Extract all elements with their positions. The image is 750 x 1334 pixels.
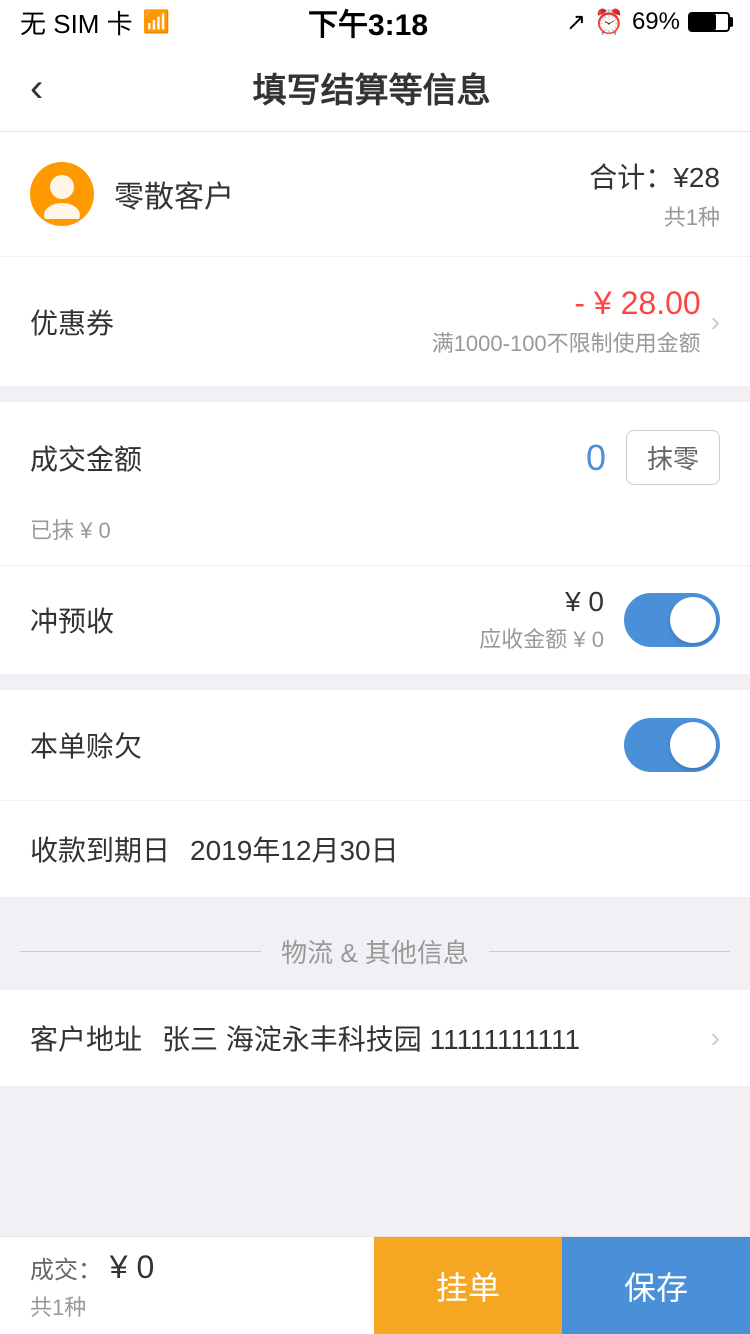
coupon-discount: - ¥ 28.00 — [432, 285, 701, 322]
logistics-line-left — [20, 951, 261, 952]
coupon-info: - ¥ 28.00 满1000-100不限制使用金额 — [432, 285, 701, 358]
debit-toggle-knob — [670, 722, 716, 768]
battery-icon — [688, 12, 730, 32]
deal-sub-text: 已抹 ¥ 0 — [0, 513, 750, 565]
save-button[interactable]: 保存 — [562, 1237, 750, 1334]
page-title: 填写结算等信息 — [63, 63, 680, 112]
prepay-sub: 应收金额 ¥ 0 — [479, 622, 604, 654]
deal-amount-row: 成交金额 0 抹零 — [0, 402, 750, 513]
coupon-row[interactable]: 优惠券 - ¥ 28.00 满1000-100不限制使用金额 › — [0, 256, 750, 386]
back-button[interactable]: ‹ — [30, 68, 63, 108]
bottom-summary-count: 共1种 — [30, 1290, 344, 1322]
prepay-val: ¥ 0 — [479, 586, 604, 618]
debit-row: 本单赊欠 — [0, 690, 750, 800]
prepay-toggle[interactable] — [624, 593, 720, 647]
prepay-amount: ¥ 0 应收金额 ¥ 0 — [479, 586, 604, 654]
bottom-summary-line1: 成交： ¥ 0 — [30, 1249, 344, 1286]
logistics-section: 物流 & 其他信息 — [0, 913, 750, 990]
deal-amount-label: 成交金额 — [30, 438, 142, 478]
alarm-icon: ⏰ — [594, 8, 624, 37]
total-amount: 合计：¥28 — [589, 156, 720, 196]
address-chevron-icon: › — [711, 1022, 720, 1054]
customer-left: 零散客户 — [30, 162, 234, 226]
hold-button[interactable]: 挂单 — [374, 1237, 562, 1334]
prepay-row: 冲预收 ¥ 0 应收金额 ¥ 0 — [0, 565, 750, 674]
round-zero-button[interactable]: 抹零 — [626, 430, 720, 485]
address-card[interactable]: 客户地址 张三 海淀永丰科技园 11111111111 › — [0, 990, 750, 1086]
address-label: 客户地址 — [30, 1018, 142, 1058]
avatar — [30, 162, 94, 226]
coupon-desc: 满1000-100不限制使用金额 — [432, 326, 701, 358]
coupon-right: - ¥ 28.00 满1000-100不限制使用金额 › — [432, 285, 720, 358]
bottom-spacer — [0, 1102, 750, 1222]
coupon-label: 优惠券 — [30, 302, 114, 342]
bottom-summary-label: 成交： — [30, 1257, 102, 1284]
wifi-icon: 📶 — [143, 9, 170, 35]
debit-toggle[interactable] — [624, 718, 720, 772]
location-icon: ↗ — [566, 8, 586, 37]
bottom-summary: 成交： ¥ 0 共1种 — [0, 1249, 374, 1322]
due-date-label: 收款到期日 — [30, 829, 170, 869]
carrier-text: 无 SIM 卡 — [20, 4, 133, 41]
total-count: 共1种 — [589, 200, 720, 232]
battery-percent: 69% — [632, 8, 680, 36]
customer-row: 零散客户 合计：¥28 共1种 — [0, 132, 750, 256]
customer-card: 零散客户 合计：¥28 共1种 优惠券 - ¥ 28.00 满1000-100不… — [0, 132, 750, 386]
due-date-value: 2019年12月30日 — [190, 829, 399, 869]
debit-card: 本单赊欠 收款到期日 2019年12月30日 — [0, 690, 750, 897]
address-value: 张三 海淀永丰科技园 11111111111 — [162, 1018, 711, 1058]
nav-bar: ‹ 填写结算等信息 — [0, 44, 750, 132]
deal-amount-input[interactable]: 0 — [566, 437, 606, 479]
status-left: 无 SIM 卡 📶 — [20, 4, 170, 41]
logistics-text: 物流 & 其他信息 — [281, 933, 469, 970]
due-date-row: 收款到期日 2019年12月30日 — [0, 800, 750, 897]
status-right: ↗ ⏰ 69% — [566, 8, 730, 37]
bottom-bar: 成交： ¥ 0 共1种 挂单 保存 — [0, 1236, 750, 1334]
logistics-line-right — [489, 951, 730, 952]
status-bar: 无 SIM 卡 📶 下午3:18 ↗ ⏰ 69% — [0, 0, 750, 44]
customer-right: 合计：¥28 共1种 — [589, 156, 720, 232]
prepay-right: ¥ 0 应收金额 ¥ 0 — [479, 586, 720, 654]
debit-label: 本单赊欠 — [30, 725, 142, 765]
deal-amount-card: 成交金额 0 抹零 已抹 ¥ 0 冲预收 ¥ 0 应收金额 ¥ 0 — [0, 402, 750, 674]
address-row[interactable]: 客户地址 张三 海淀永丰科技园 11111111111 › — [0, 990, 750, 1086]
bottom-summary-amount: ¥ 0 — [110, 1249, 154, 1285]
toggle-knob — [670, 597, 716, 643]
prepay-label: 冲预收 — [30, 600, 114, 640]
main-content: 零散客户 合计：¥28 共1种 优惠券 - ¥ 28.00 满1000-100不… — [0, 132, 750, 1222]
status-time: 下午3:18 — [308, 0, 428, 44]
coupon-chevron-icon: › — [711, 306, 720, 338]
customer-name: 零散客户 — [114, 172, 234, 216]
deal-amount-right: 0 抹零 — [566, 430, 720, 485]
